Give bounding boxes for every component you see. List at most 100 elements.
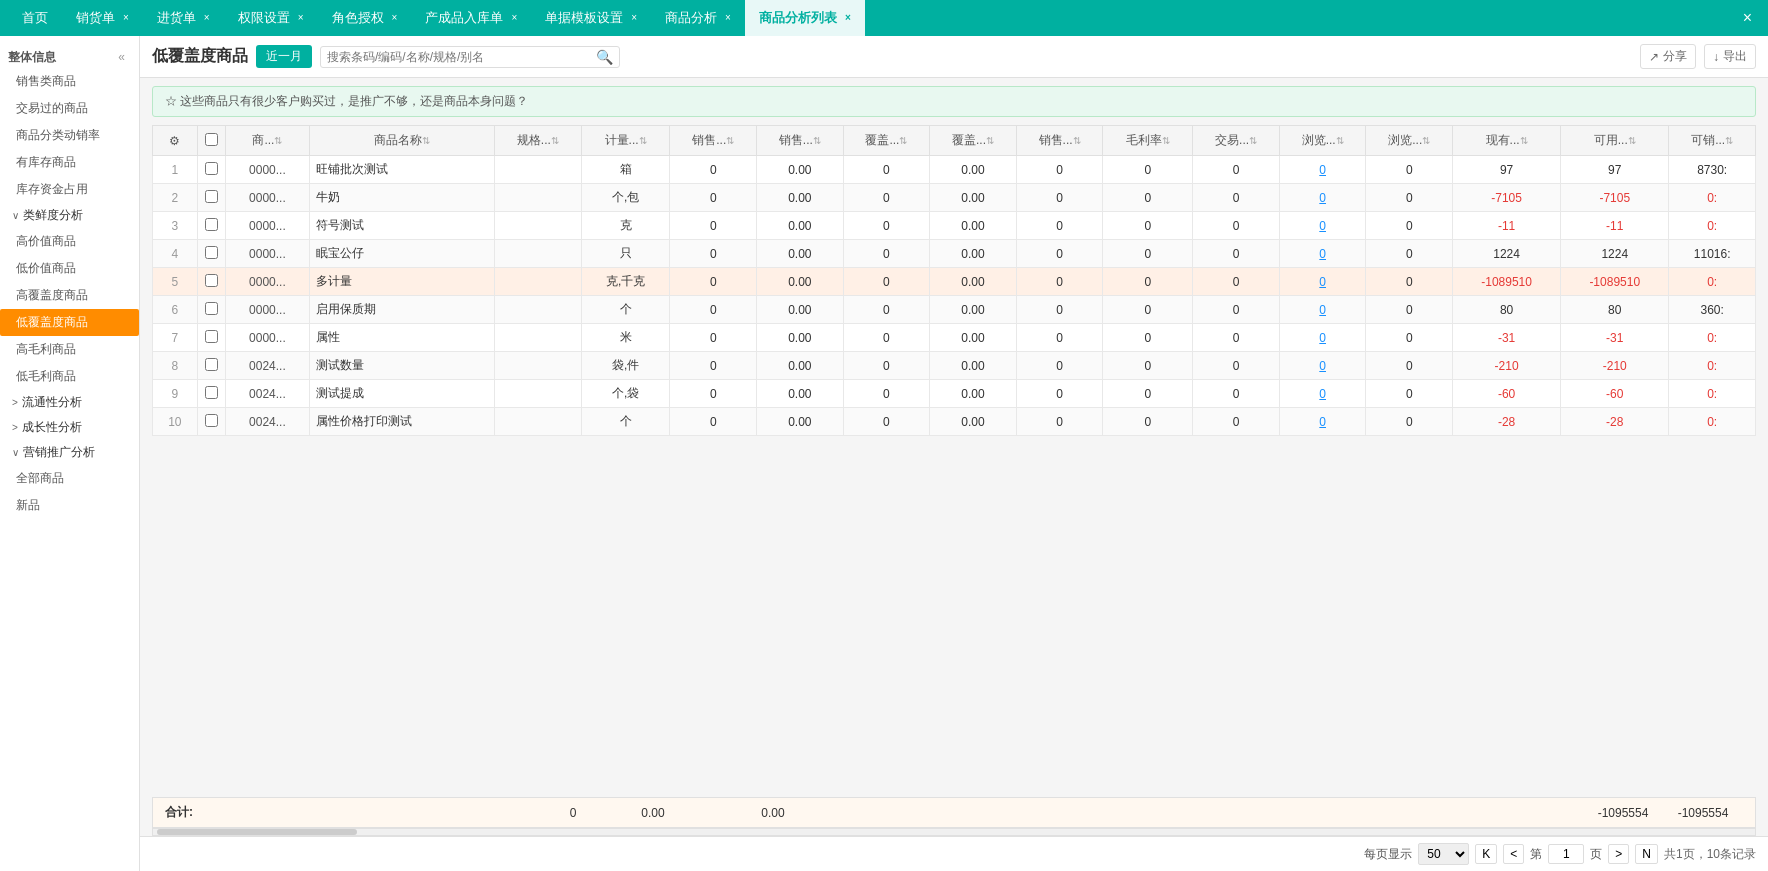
sidebar-item-new-products[interactable]: 新品 — [0, 492, 139, 519]
nav-tab-permission[interactable]: 权限设置 × — [224, 0, 318, 36]
row-browse1[interactable]: 0 — [1279, 352, 1366, 380]
close-icon[interactable]: × — [204, 0, 210, 36]
row-select-checkbox[interactable] — [205, 246, 218, 259]
scroll-thumb[interactable] — [157, 829, 357, 835]
sidebar-group-growth[interactable]: > 成长性分析 — [0, 415, 139, 440]
row-sales-amount: 0.00 — [757, 352, 844, 380]
nav-tab-role[interactable]: 角色授权 × — [318, 0, 412, 36]
row-browse1[interactable]: 0 — [1279, 408, 1366, 436]
close-icon[interactable]: × — [631, 0, 637, 36]
row-gross-margin: 0 — [1103, 240, 1193, 268]
sidebar-item-low-value[interactable]: 低价值商品 — [0, 255, 139, 282]
prev-page-button[interactable]: < — [1503, 844, 1524, 864]
row-checkbox[interactable] — [197, 156, 225, 184]
row-select-checkbox[interactable] — [205, 218, 218, 231]
col-unit[interactable]: 计量...⇅ — [581, 126, 670, 156]
row-browse1[interactable]: 0 — [1279, 156, 1366, 184]
row-select-checkbox[interactable] — [205, 274, 218, 287]
col-settings[interactable]: ⚙ — [153, 126, 198, 156]
col-trade[interactable]: 交易...⇅ — [1193, 126, 1280, 156]
row-checkbox[interactable] — [197, 408, 225, 436]
row-checkbox[interactable] — [197, 380, 225, 408]
row-browse1[interactable]: 0 — [1279, 184, 1366, 212]
sidebar-group-liquidity[interactable]: > 流通性分析 — [0, 390, 139, 415]
col-sales3[interactable]: 销售...⇅ — [1016, 126, 1103, 156]
row-checkbox[interactable] — [197, 212, 225, 240]
row-select-checkbox[interactable] — [205, 386, 218, 399]
row-browse1[interactable]: 0 — [1279, 324, 1366, 352]
col-code[interactable]: 商...⇅ — [225, 126, 309, 156]
row-browse1[interactable]: 0 — [1279, 380, 1366, 408]
row-select-checkbox[interactable] — [205, 330, 218, 343]
next-page-button[interactable]: > — [1608, 844, 1629, 864]
nav-tab-template[interactable]: 单据模板设置 × — [531, 0, 651, 36]
row-checkbox[interactable] — [197, 324, 225, 352]
col-sales-qty[interactable]: 销售...⇅ — [670, 126, 757, 156]
col-name[interactable]: 商品名称⇅ — [310, 126, 495, 156]
nav-tab-home[interactable]: 首页 — [8, 0, 62, 36]
sidebar-item-high-margin[interactable]: 高毛利商品 — [0, 336, 139, 363]
share-button[interactable]: ↗ 分享 — [1640, 44, 1696, 69]
close-icon[interactable]: × — [123, 0, 129, 36]
current-page-input[interactable] — [1548, 844, 1584, 864]
row-checkbox[interactable] — [197, 296, 225, 324]
row-select-checkbox[interactable] — [205, 190, 218, 203]
close-icon[interactable]: × — [725, 0, 731, 36]
col-cover2[interactable]: 覆盖...⇅ — [930, 126, 1017, 156]
select-all-checkbox[interactable] — [205, 133, 218, 146]
horizontal-scrollbar[interactable] — [152, 828, 1756, 836]
sidebar-item-low-coverage[interactable]: 低覆盖度商品 — [0, 309, 139, 336]
nav-tab-analysis[interactable]: 商品分析 × — [651, 0, 745, 36]
sidebar-item-capital-usage[interactable]: 库存资金占用 — [0, 176, 139, 203]
row-sales-amount: 0.00 — [757, 324, 844, 352]
sidebar-item-all-products[interactable]: 全部商品 — [0, 465, 139, 492]
nav-tab-production[interactable]: 产成品入库单 × — [411, 0, 531, 36]
nav-tab-sales[interactable]: 销货单 × — [62, 0, 143, 36]
row-trade: 0 — [1193, 352, 1280, 380]
close-icon[interactable]: × — [392, 0, 398, 36]
close-icon[interactable]: × — [298, 0, 304, 36]
sidebar-group-marketing[interactable]: ∨ 营销推广分析 — [0, 440, 139, 465]
sidebar-item-low-margin[interactable]: 低毛利商品 — [0, 363, 139, 390]
row-browse1[interactable]: 0 — [1279, 240, 1366, 268]
sidebar-item-traded-products[interactable]: 交易过的商品 — [0, 95, 139, 122]
close-icon[interactable]: × — [511, 0, 517, 36]
row-select-checkbox[interactable] — [205, 414, 218, 427]
nav-tab-purchase[interactable]: 进货单 × — [143, 0, 224, 36]
col-cover1[interactable]: 覆盖...⇅ — [843, 126, 930, 156]
row-select-checkbox[interactable] — [205, 358, 218, 371]
row-select-checkbox[interactable] — [205, 302, 218, 315]
col-browse1[interactable]: 浏览...⇅ — [1279, 126, 1366, 156]
row-browse1[interactable]: 0 — [1279, 212, 1366, 240]
export-button[interactable]: ↓ 导出 — [1704, 44, 1756, 69]
row-checkbox[interactable] — [197, 268, 225, 296]
sidebar-item-category-rate[interactable]: 商品分类动销率 — [0, 122, 139, 149]
col-available-stock[interactable]: 可用...⇅ — [1561, 126, 1669, 156]
sidebar-item-high-value[interactable]: 高价值商品 — [0, 228, 139, 255]
first-page-button[interactable]: K — [1475, 844, 1497, 864]
sidebar-item-in-stock[interactable]: 有库存商品 — [0, 149, 139, 176]
close-icon[interactable]: × — [845, 0, 851, 36]
row-browse1[interactable]: 0 — [1279, 268, 1366, 296]
col-saleable[interactable]: 可销...⇅ — [1669, 126, 1756, 156]
col-current-stock[interactable]: 现有...⇅ — [1453, 126, 1561, 156]
col-sales-amount[interactable]: 销售...⇅ — [757, 126, 844, 156]
close-all-button[interactable]: × — [1735, 9, 1760, 27]
sidebar-group-freshness[interactable]: ∨ 类鲜度分析 — [0, 203, 139, 228]
col-spec[interactable]: 规格...⇅ — [495, 126, 582, 156]
sidebar-collapse-button[interactable]: « — [112, 48, 131, 66]
col-browse2[interactable]: 浏览...⇅ — [1366, 126, 1453, 156]
row-select-checkbox[interactable] — [205, 162, 218, 175]
row-checkbox[interactable] — [197, 352, 225, 380]
sidebar-item-sales-products[interactable]: 销售类商品 — [0, 68, 139, 95]
sidebar-item-high-coverage[interactable]: 高覆盖度商品 — [0, 282, 139, 309]
search-input[interactable] — [327, 50, 596, 64]
last-page-button[interactable]: N — [1635, 844, 1658, 864]
nav-tab-analysis-list[interactable]: 商品分析列表 × — [745, 0, 865, 36]
date-filter-button[interactable]: 近一月 — [256, 45, 312, 68]
row-browse1[interactable]: 0 — [1279, 296, 1366, 324]
row-checkbox[interactable] — [197, 240, 225, 268]
per-page-select[interactable]: 50 100 200 — [1418, 843, 1469, 865]
col-gross-margin[interactable]: 毛利率⇅ — [1103, 126, 1193, 156]
row-checkbox[interactable] — [197, 184, 225, 212]
